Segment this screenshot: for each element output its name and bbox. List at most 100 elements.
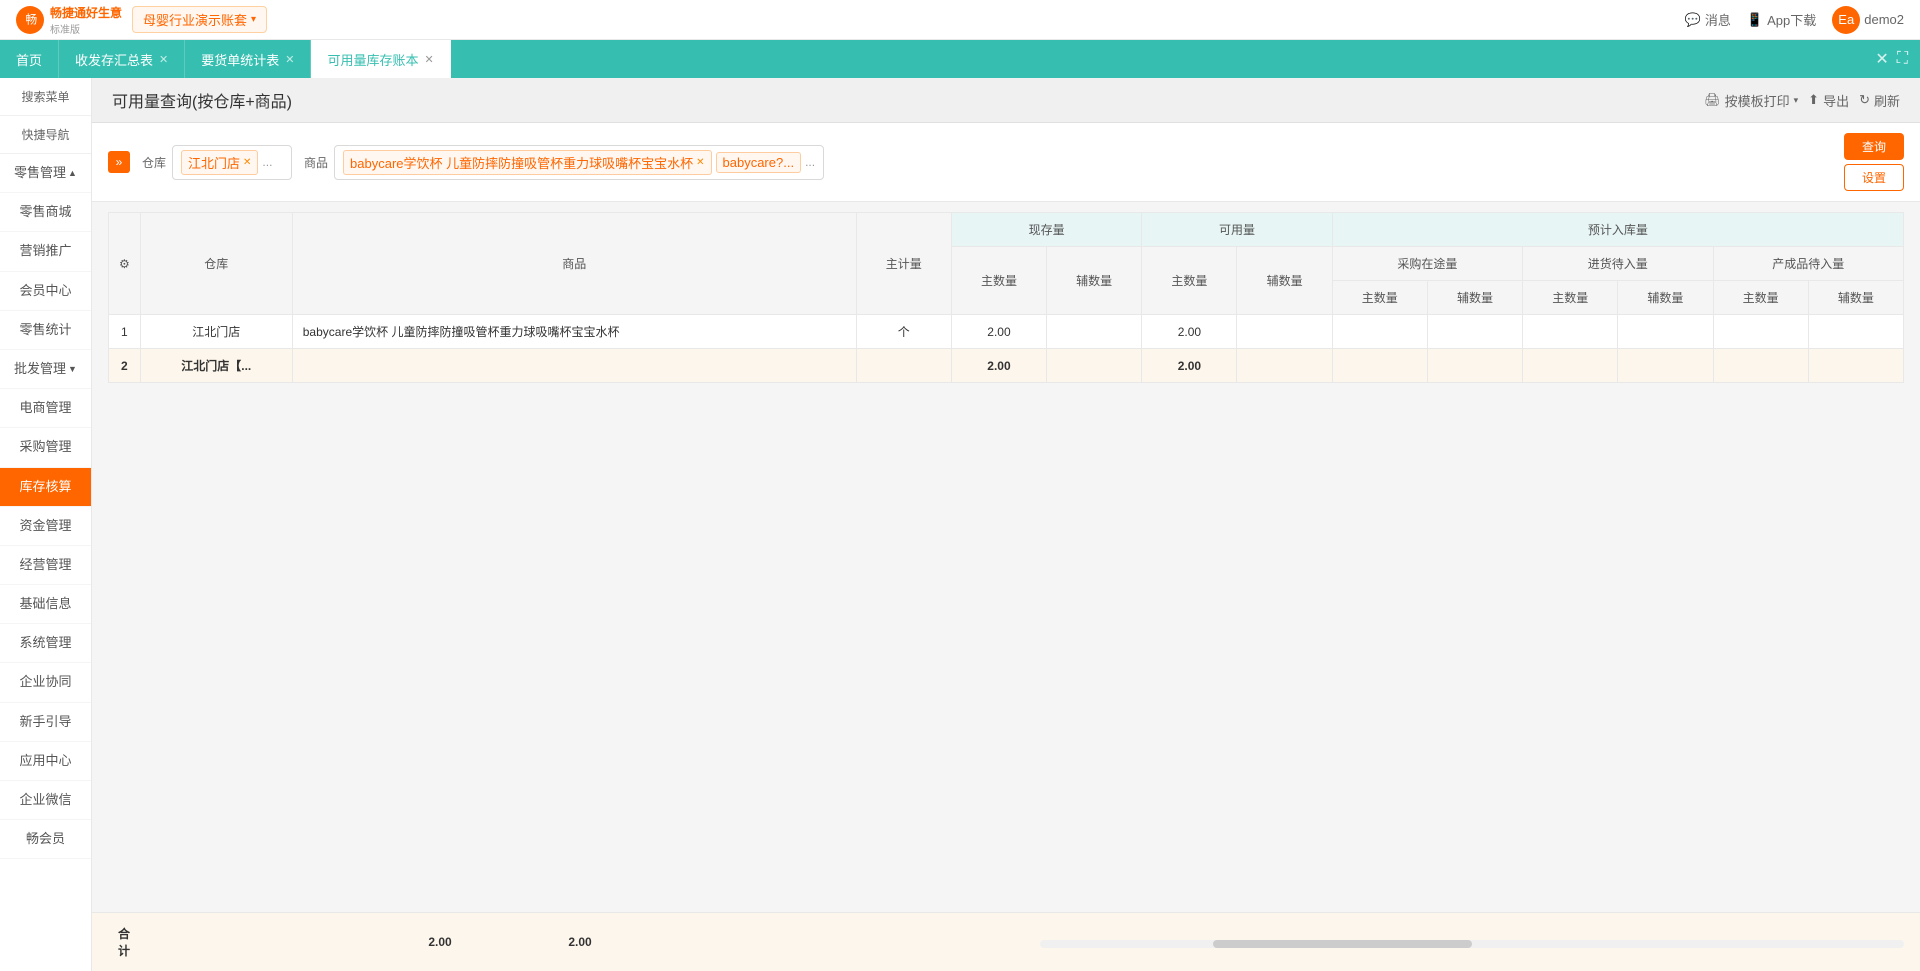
row-available-main: 2.00: [1142, 315, 1237, 349]
close-window-icon[interactable]: ✕: [1875, 49, 1888, 69]
footer-available-aux: [620, 921, 680, 963]
row-index: 1: [109, 315, 141, 349]
footer-table: 合计 2.00 2.00: [108, 921, 1040, 963]
sidebar-item-retail-mgmt[interactable]: 零售管理 ▲: [0, 154, 91, 193]
sidebar-item-system[interactable]: 系统管理: [0, 624, 91, 663]
sidebar-item-app-center[interactable]: 应用中心: [0, 742, 91, 781]
col-purchase-group-header: 采购在途量: [1332, 247, 1522, 281]
filter-bar: » 仓库 江北门店 ✕ ... 商品 babycare学饮杯 儿童防摔防撞吸管杯…: [92, 123, 1920, 202]
sidebar-item-retail-stats-label: 零售统计: [19, 322, 71, 337]
query-button[interactable]: 查询: [1844, 133, 1904, 160]
industry-select[interactable]: 母婴行业演示账套 ▾: [132, 6, 267, 33]
tab-order-stats-close[interactable]: ✕: [285, 53, 294, 66]
sidebar-item-retail-mgmt-label: 零售管理: [14, 164, 66, 182]
tab-receipts[interactable]: 收发存汇总表 ✕: [59, 40, 185, 78]
refresh-btn[interactable]: ↻ 刷新: [1859, 91, 1900, 110]
col-available-group-header: 可用量: [1142, 213, 1332, 247]
download-action[interactable]: 📱 App下载: [1747, 10, 1816, 29]
col-product-header: 商品: [292, 213, 856, 315]
sidebar-item-inventory[interactable]: 库存核算: [0, 468, 91, 507]
footer-empty-2: [140, 921, 340, 963]
product-label: 商品: [304, 154, 328, 171]
sidebar-item-wholesale-mgmt[interactable]: 批发管理 ▼: [0, 350, 91, 389]
warehouse-label: 仓库: [142, 154, 166, 171]
expand-icon[interactable]: ⛶: [1897, 50, 1908, 68]
settings-button[interactable]: 设置: [1844, 164, 1904, 191]
row-stock-aux: [1047, 315, 1142, 349]
sidebar-item-retail-mall[interactable]: 零售商城: [0, 193, 91, 232]
col-settings-icon[interactable]: ⚙: [109, 213, 141, 315]
print-btn[interactable]: 🖨 按模板打印 ▾: [1704, 91, 1798, 110]
table-row: 2 江北门店【... 2.00 2.00: [109, 349, 1904, 383]
sidebar-item-vip[interactable]: 畅会员: [0, 820, 91, 859]
sidebar-item-retail-mall-label: 零售商城: [19, 204, 71, 219]
sidebar-item-marketing[interactable]: 营销推广: [0, 232, 91, 271]
tab-available-stock-close[interactable]: ✕: [425, 53, 434, 66]
sidebar-item-marketing-label: 营销推广: [19, 243, 71, 258]
footer-available-main: 2.00: [540, 921, 620, 963]
tab-available-stock[interactable]: 可用量库存账本 ✕: [311, 40, 450, 78]
sidebar-item-ecommerce-label: 电商管理: [19, 400, 71, 415]
product-tag-2-text: babycare?...: [723, 155, 795, 170]
col-stock-main-header: 主数量: [951, 247, 1046, 315]
top-bar-right: 💬 消息 📱 App下载 Ea demo2: [1685, 6, 1904, 34]
col-stock-group-header: 现存量: [951, 213, 1141, 247]
filter-expand-btn[interactable]: »: [108, 151, 130, 173]
top-bar: 畅 畅捷通好生意 标准版 母婴行业演示账套 ▾ 💬 消息 📱 App下载 Ea …: [0, 0, 1920, 40]
warehouse-filter-field: 仓库 江北门店 ✕ ...: [142, 145, 292, 180]
message-label: 消息: [1705, 10, 1731, 29]
svg-text:畅: 畅: [26, 12, 38, 26]
footer-i-aux: [860, 921, 920, 963]
page-title: 可用量查询(按仓库+商品): [112, 88, 292, 112]
tab-order-stats[interactable]: 要货单统计表 ✕: [185, 40, 311, 78]
product-filter-field: 商品 babycare学饮杯 儿童防摔防撞吸管杯重力球吸嘴杯宝宝水杯 ✕ bab…: [304, 145, 824, 180]
warehouse-more-icon[interactable]: ...: [262, 155, 272, 169]
sidebar-item-ecommerce[interactable]: 电商管理: [0, 389, 91, 428]
tab-home[interactable]: 首页: [0, 40, 59, 78]
sidebar-item-basic-info[interactable]: 基础信息: [0, 585, 91, 624]
sidebar-item-guide[interactable]: 新手引导: [0, 703, 91, 742]
row-production-main: [1713, 349, 1808, 383]
sidebar-item-finance[interactable]: 资金管理: [0, 507, 91, 546]
col-purchase-main-header: 主数量: [1332, 281, 1427, 315]
scrollbar-thumb[interactable]: [1213, 940, 1472, 948]
sidebar-item-operations-label: 经营管理: [19, 557, 71, 572]
row-production-aux: [1808, 349, 1903, 383]
table-footer: 合计 2.00 2.00: [92, 912, 1920, 971]
sidebar-item-purchase[interactable]: 采购管理: [0, 428, 91, 467]
sidebar-item-operations[interactable]: 经营管理: [0, 546, 91, 585]
tab-receipts-close[interactable]: ✕: [159, 53, 168, 66]
main-layout: 搜索菜单 快捷导航 零售管理 ▲ 零售商城 营销推广 会员中心 零售统计 批发管…: [0, 78, 1920, 971]
logo-sub-text: 标准版: [50, 21, 122, 36]
col-available-aux-header: 辅数量: [1237, 247, 1332, 315]
warehouse-tag-close[interactable]: ✕: [243, 157, 251, 168]
product-more-icon[interactable]: ...: [805, 155, 815, 169]
col-stock-aux-header: 辅数量: [1047, 247, 1142, 315]
sidebar-item-member[interactable]: 会员中心: [0, 272, 91, 311]
sidebar-item-enterprise[interactable]: 企业协同: [0, 663, 91, 702]
content-area: 可用量查询(按仓库+商品) 🖨 按模板打印 ▾ ⬆ 导出 ↻ 刷新: [92, 78, 1920, 971]
export-btn[interactable]: ⬆ 导出: [1808, 91, 1849, 110]
product-tag-1-close[interactable]: ✕: [696, 157, 704, 168]
chevron-down-icon: ▾: [251, 14, 256, 25]
product-input[interactable]: babycare学饮杯 儿童防摔防撞吸管杯重力球吸嘴杯宝宝水杯 ✕ babyca…: [334, 145, 824, 180]
footer-pr-aux: [980, 921, 1040, 963]
row-index: 2: [109, 349, 141, 383]
sidebar-quick-nav-btn[interactable]: 快捷导航: [8, 120, 83, 149]
logo-texts: 畅捷通好生意 标准版: [50, 4, 122, 36]
sidebar-item-retail-stats[interactable]: 零售统计: [0, 311, 91, 350]
row-incoming-main: [1523, 315, 1618, 349]
sidebar-item-member-label: 会员中心: [19, 283, 71, 298]
col-production-aux-header: 辅数量: [1808, 281, 1903, 315]
logo-icon: 畅: [16, 6, 44, 34]
page-header: 可用量查询(按仓库+商品) 🖨 按模板打印 ▾ ⬆ 导出 ↻ 刷新: [92, 78, 1920, 123]
sidebar-search-btn[interactable]: 搜索菜单: [8, 84, 83, 109]
footer-pr-main: [920, 921, 980, 963]
message-action[interactable]: 💬 消息: [1685, 10, 1731, 29]
sidebar-item-vip-label: 畅会员: [26, 831, 65, 846]
warehouse-input[interactable]: 江北门店 ✕ ...: [172, 145, 292, 180]
sidebar-item-enterprise-wechat[interactable]: 企业微信: [0, 781, 91, 820]
page-actions: 🖨 按模板打印 ▾ ⬆ 导出 ↻ 刷新: [1704, 91, 1900, 110]
print-chevron-icon: ▾: [1794, 95, 1799, 106]
user-action[interactable]: Ea demo2: [1832, 6, 1904, 34]
